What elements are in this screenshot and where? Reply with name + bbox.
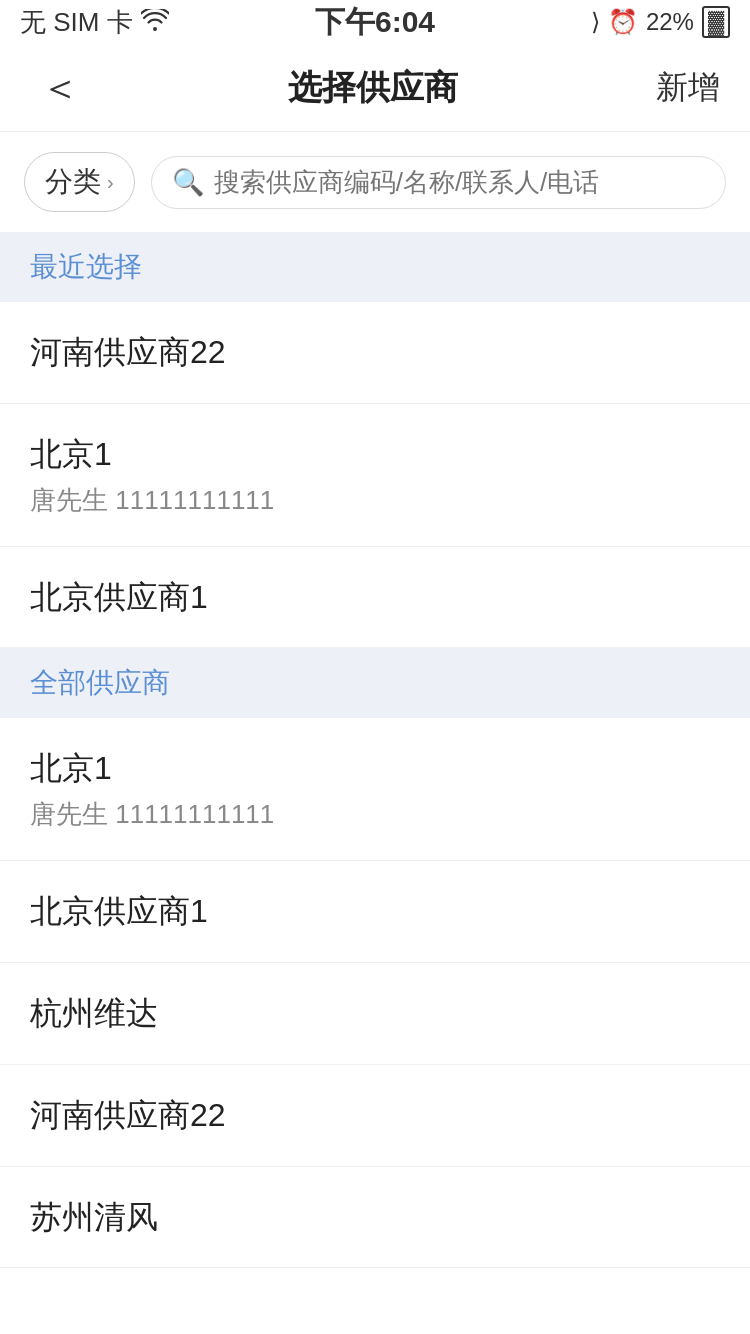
- battery-label: 22%: [646, 8, 694, 36]
- search-input[interactable]: [214, 167, 705, 198]
- recent-list-item[interactable]: 北京供应商1: [0, 547, 750, 649]
- chevron-right-icon: ›: [107, 171, 114, 194]
- status-bar: 无 SIM 卡 下午6:04 ⟩ ⏰ 22% ▓: [0, 0, 750, 44]
- battery-icon: ▓: [702, 6, 730, 38]
- recent-list: 河南供应商22 北京1 唐先生 11111111111 北京供应商1: [0, 302, 750, 648]
- item-sub: 唐先生 11111111111: [30, 483, 720, 518]
- carrier-label: 无 SIM 卡: [20, 5, 133, 40]
- item-name: 北京1: [30, 432, 720, 477]
- all-list-item[interactable]: 河南供应商22: [0, 1065, 750, 1167]
- location-icon: ⟩: [591, 8, 600, 36]
- item-name: 北京供应商1: [30, 889, 720, 934]
- item-name: 杭州维达: [30, 991, 720, 1036]
- all-list-item[interactable]: 北京供应商1: [0, 861, 750, 963]
- nav-bar: ＜ 选择供应商 新增: [0, 44, 750, 132]
- category-label: 分类: [45, 163, 101, 201]
- back-button[interactable]: ＜: [30, 50, 90, 125]
- all-list-item[interactable]: 北京1 唐先生 11111111111: [0, 718, 750, 861]
- item-name: 苏州清风: [30, 1195, 720, 1240]
- item-name: 北京供应商1: [30, 575, 720, 620]
- all-list: 北京1 唐先生 11111111111 北京供应商1 杭州维达河南供应商22 苏州清风: [0, 718, 750, 1268]
- all-section-header: 全部供应商: [0, 648, 750, 718]
- all-list-item[interactable]: 杭州维达: [0, 963, 750, 1065]
- item-name: 河南供应商22: [30, 1093, 720, 1138]
- page-title: 选择供应商: [288, 65, 458, 111]
- status-left: 无 SIM 卡: [20, 5, 169, 40]
- status-right: ⟩ ⏰ 22% ▓: [591, 6, 730, 38]
- search-box: 🔍: [151, 156, 726, 209]
- item-name: 河南供应商22: [30, 330, 720, 375]
- wifi-icon: [141, 7, 169, 38]
- category-button[interactable]: 分类 ›: [24, 152, 135, 212]
- add-button[interactable]: 新增: [656, 66, 720, 110]
- recent-list-item[interactable]: 河南供应商22: [0, 302, 750, 404]
- recent-section-header: 最近选择: [0, 232, 750, 302]
- status-time: 下午6:04: [315, 2, 435, 43]
- alarm-icon: ⏰: [608, 8, 638, 36]
- search-icon: 🔍: [172, 167, 204, 198]
- item-name: 北京1: [30, 746, 720, 791]
- item-sub: 唐先生 11111111111: [30, 797, 720, 832]
- filter-bar: 分类 › 🔍: [0, 132, 750, 232]
- all-list-item[interactable]: 苏州清风: [0, 1167, 750, 1269]
- recent-list-item[interactable]: 北京1 唐先生 11111111111: [0, 404, 750, 547]
